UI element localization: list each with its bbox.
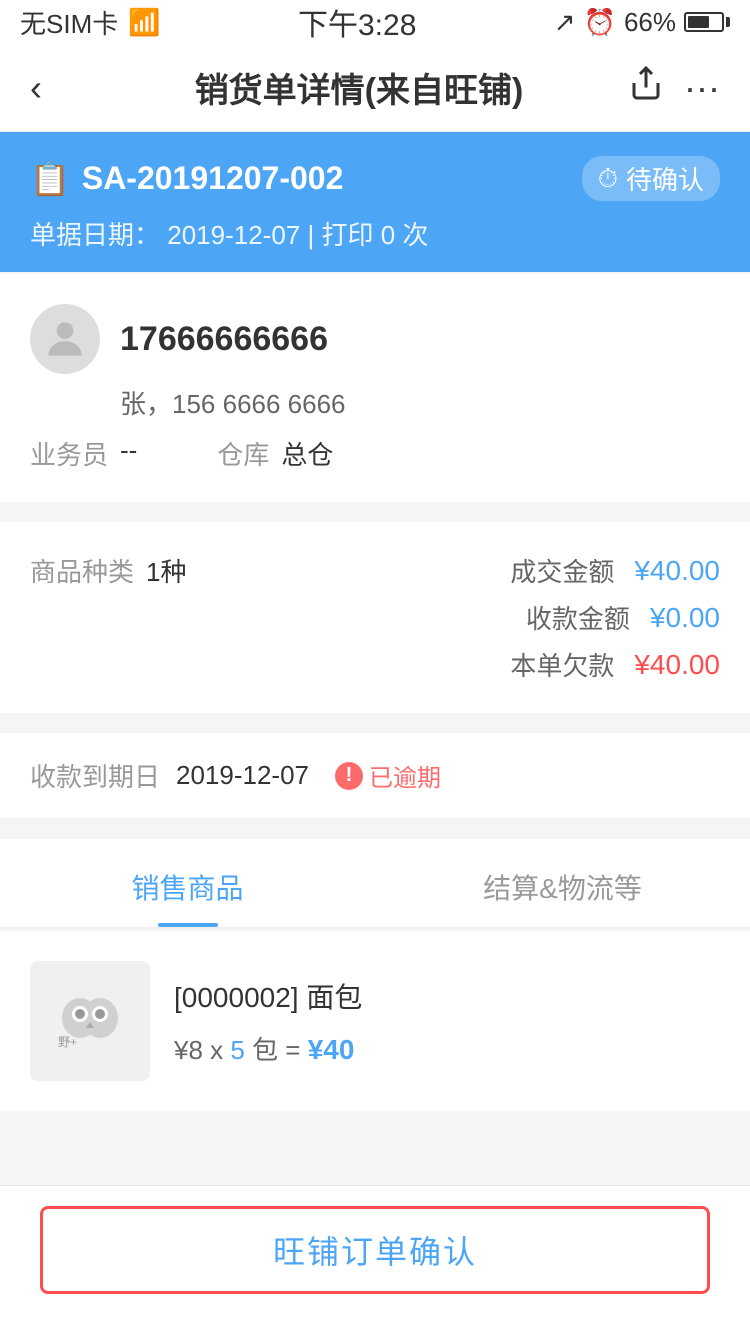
order-id: 📋 SA-20191207-002 [30, 160, 343, 198]
tab-settlement-label: 结算&物流等 [483, 873, 642, 904]
order-id-text: SA-20191207-002 [82, 160, 344, 197]
customer-top: 17666666666 [30, 304, 720, 374]
more-icon[interactable]: ··· [684, 67, 720, 109]
product-total: ¥40 [308, 1034, 355, 1065]
order-status-text: 待确认 [626, 160, 704, 197]
nav-actions: ··· [628, 65, 720, 110]
deal-amount-value: ¥40.00 [634, 555, 720, 587]
product-unit-price: ¥8 x [174, 1035, 230, 1065]
print-suffix: 次 [402, 220, 428, 250]
due-date-value: 2019-12-07 [176, 760, 309, 791]
location-icon: ↗ [554, 7, 576, 38]
tab-sales-products[interactable]: 销售商品 [0, 839, 375, 927]
salesperson-label: 业务员 [30, 435, 108, 472]
battery-percent: 66% [624, 7, 676, 38]
product-unit: 包 = [252, 1035, 308, 1065]
product-info: [0000002] 面包 ¥8 x 5 包 = ¥40 [174, 976, 720, 1067]
goods-type-label: 商品种类 [30, 552, 134, 589]
svg-text:野+: 野+ [58, 1035, 77, 1048]
order-date-line: 单据日期： 2019-12-07 | 打印 0 次 [30, 215, 720, 252]
back-button[interactable]: ‹ [30, 67, 90, 109]
product-code: [0000002] [174, 982, 299, 1013]
goods-type: 商品种类 1种 [30, 552, 186, 589]
payment-amount-value: ¥0.00 [650, 602, 720, 634]
status-carrier: 无SIM卡 📶 [20, 4, 161, 41]
print-label: | 打印 [307, 220, 380, 250]
alarm-icon: ⏰ [584, 7, 616, 38]
order-doc-icon: 📋 [30, 160, 70, 198]
confirm-order-button[interactable]: 旺铺订单确认 [40, 1206, 710, 1294]
date-label: 单据日期： [30, 220, 160, 250]
wifi-icon: 📶 [128, 7, 160, 38]
battery-icon [684, 12, 730, 32]
warehouse-value: 总仓 [281, 435, 333, 472]
order-status: ⏱ 待确认 [582, 156, 720, 201]
overdue-text: 已逾期 [369, 758, 441, 793]
product-list: 野+ [0000002] 面包 ¥8 x 5 包 = ¥40 [0, 931, 750, 1112]
salesperson-info: 业务员 -- [30, 435, 137, 472]
customer-info-row: 业务员 -- 仓库 总仓 [30, 435, 720, 472]
order-date: 2019-12-07 [167, 220, 300, 250]
deal-amount-row: 成交金额 ¥40.00 [510, 552, 720, 589]
product-price-row: ¥8 x 5 包 = ¥40 [174, 1030, 720, 1067]
product-item: 野+ [0000002] 面包 ¥8 x 5 包 = ¥40 [0, 931, 750, 1112]
product-qty: 5 [230, 1035, 244, 1065]
page-title: 销货单详情(来自旺铺) [90, 63, 628, 112]
deal-amount-label: 成交金额 [510, 552, 614, 589]
product-thumbnail: 野+ [30, 961, 150, 1081]
goods-type-value: 1种 [146, 552, 186, 589]
payment-amount-row: 收款金额 ¥0.00 [510, 599, 720, 636]
product-name: [0000002] 面包 [174, 976, 720, 1016]
share-icon[interactable] [628, 65, 664, 110]
warehouse-info: 仓库 总仓 [217, 435, 333, 472]
warehouse-label: 仓库 [217, 435, 269, 472]
order-header: 📋 SA-20191207-002 ⏱ 待确认 单据日期： 2019-12-07… [0, 132, 750, 272]
due-date-label: 收款到期日 [30, 757, 160, 794]
customer-phone: 17666666666 [120, 320, 328, 359]
bottom-action: 旺铺订单确认 [0, 1185, 750, 1334]
print-count: 0 [381, 220, 395, 250]
payment-amount-label: 收款金额 [526, 599, 630, 636]
carrier-text: 无SIM卡 [20, 4, 118, 41]
nav-bar: ‹ 销货单详情(来自旺铺) ··· [0, 44, 750, 132]
customer-name: 张，156 6666 6666 [120, 384, 720, 421]
balance-amount-row: 本单欠款 ¥40.00 [510, 646, 720, 683]
amounts-card: 商品种类 1种 成交金额 ¥40.00 收款金额 ¥0.00 本单欠款 ¥40.… [0, 522, 750, 713]
status-icons: ↗ ⏰ 66% [554, 7, 730, 38]
overdue-icon: ! [335, 762, 363, 790]
tabs-bar: 销售商品 结算&物流等 [0, 839, 750, 929]
salesperson-value: -- [120, 435, 137, 472]
amounts-list: 成交金额 ¥40.00 收款金额 ¥0.00 本单欠款 ¥40.00 [510, 552, 720, 683]
status-time: 下午3:28 [298, 0, 416, 44]
product-title: 面包 [306, 982, 362, 1013]
status-bar: 无SIM卡 📶 下午3:28 ↗ ⏰ 66% [0, 0, 750, 44]
due-date-card: 收款到期日 2019-12-07 ! 已逾期 [0, 733, 750, 819]
balance-amount-label: 本单欠款 [510, 646, 614, 683]
overdue-badge: ! 已逾期 [335, 758, 441, 793]
clock-icon: ⏱ [598, 163, 618, 195]
tab-sales-label: 销售商品 [131, 873, 243, 904]
balance-amount-value: ¥40.00 [634, 649, 720, 681]
product-logo: 野+ [50, 988, 130, 1055]
tab-settlement[interactable]: 结算&物流等 [375, 839, 750, 927]
avatar [30, 304, 100, 374]
customer-card: 17666666666 张，156 6666 6666 业务员 -- 仓库 总仓 [0, 274, 750, 502]
